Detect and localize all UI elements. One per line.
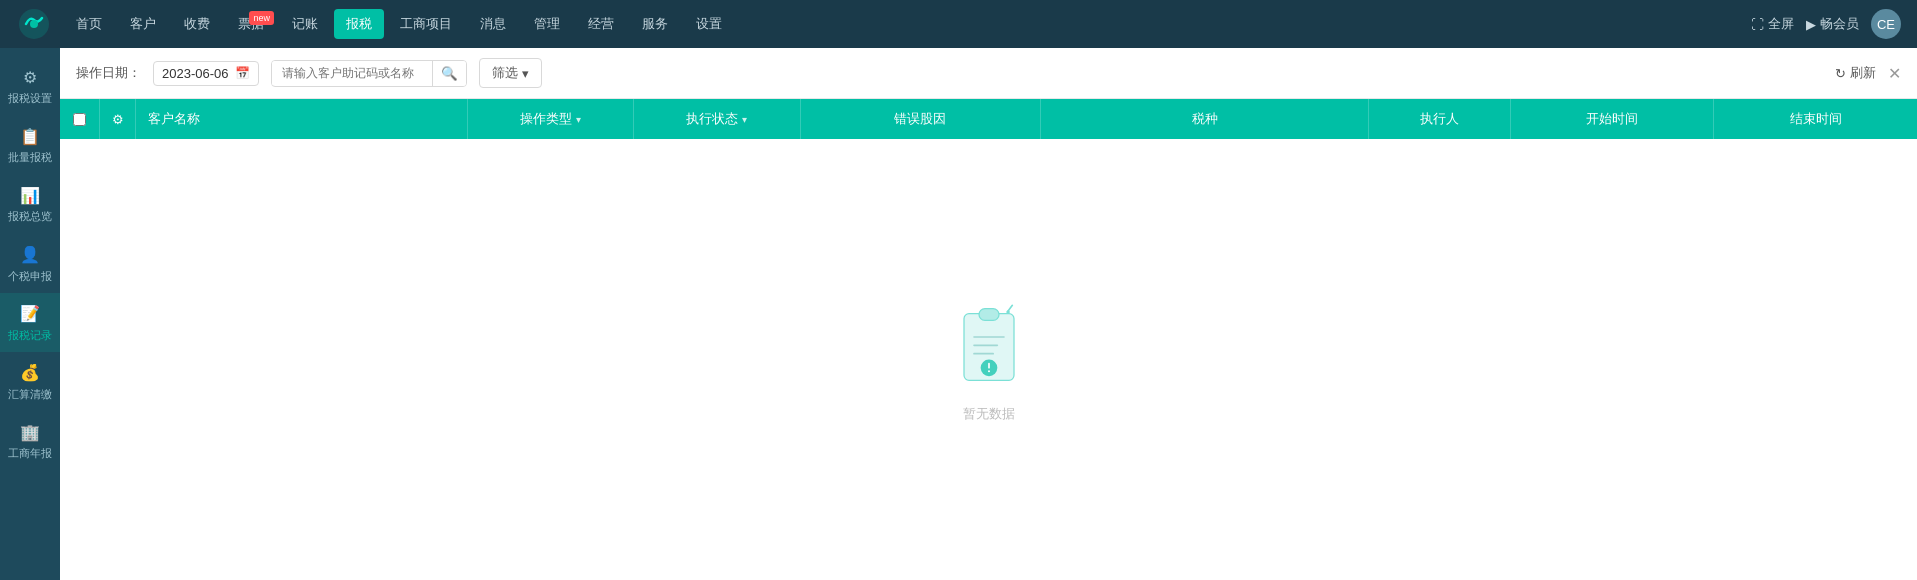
th-error-label: 错误股因 <box>894 110 946 128</box>
sidebar-item-annual-report[interactable]: 🏢 工商年报 <box>0 411 60 470</box>
svg-point-9 <box>988 370 990 372</box>
th-name: 客户名称 <box>136 99 468 139</box>
empty-illustration: 暂无数据 <box>939 297 1039 423</box>
refresh-icon: ↻ <box>1835 66 1846 81</box>
th-end: 结束时间 <box>1714 99 1917 139</box>
date-value: 2023-06-06 <box>162 66 229 81</box>
nav-badge-invoice: new <box>249 11 274 25</box>
refresh-button[interactable]: ↻ 刷新 <box>1835 64 1876 82</box>
sidebar-icon-tax-records: 📝 <box>19 303 41 325</box>
th-gear[interactable]: ⚙ <box>100 99 136 139</box>
search-box: 🔍 <box>271 60 467 87</box>
nav-item-business[interactable]: 工商项目 <box>388 9 464 39</box>
nav-item-service[interactable]: 服务 <box>630 9 680 39</box>
sidebar-label-tax-records: 报税记录 <box>8 329 52 342</box>
sidebar-label-batch-tax: 批量报税 <box>8 151 52 164</box>
member-label: 畅会员 <box>1820 15 1859 33</box>
svg-point-11 <box>1006 310 1009 313</box>
nav-item-tax[interactable]: 报税 <box>334 9 384 39</box>
nav-right: ⛶ 全屏 ▶ 畅会员 CE <box>1751 9 1901 39</box>
content-area: 操作日期： 2023-06-06 📅 🔍 筛选 ▾ ↻ 刷新 ✕ <box>60 48 1917 580</box>
nav-item-charge[interactable]: 收费 <box>172 9 222 39</box>
sort-icon-status: ▾ <box>742 114 747 125</box>
date-label: 操作日期： <box>76 64 141 82</box>
fullscreen-button[interactable]: ⛶ 全屏 <box>1751 15 1794 33</box>
top-nav: 首页客户收费票据new记账报税工商项目消息管理经营服务设置 ⛶ 全屏 ▶ 畅会员… <box>0 0 1917 48</box>
empty-text: 暂无数据 <box>963 405 1015 423</box>
member-icon: ▶ <box>1806 17 1816 32</box>
nav-item-settings[interactable]: 设置 <box>684 9 734 39</box>
th-status[interactable]: 执行状态 ▾ <box>634 99 800 139</box>
th-end-label: 结束时间 <box>1790 110 1842 128</box>
th-name-label: 客户名称 <box>148 110 200 128</box>
select-all-checkbox[interactable] <box>73 113 86 126</box>
sidebar-label-calc-pay: 汇算清缴 <box>8 388 52 401</box>
refresh-label: 刷新 <box>1850 64 1876 82</box>
main-layout: ⚙ 报税设置 📋 批量报税 📊 报税总览 👤 个税申报 📝 报税记录 💰 汇算清… <box>0 48 1917 580</box>
th-error: 错误股因 <box>801 99 1042 139</box>
nav-item-home[interactable]: 首页 <box>64 9 114 39</box>
filter-button[interactable]: 筛选 ▾ <box>479 58 542 88</box>
sidebar-label-tax-summary: 报税总览 <box>8 210 52 223</box>
sidebar-item-tax-records[interactable]: 📝 报税记录 <box>0 293 60 352</box>
sidebar-item-tax-settings[interactable]: ⚙ 报税设置 <box>0 56 60 115</box>
search-icon: 🔍 <box>441 66 458 81</box>
filter-label: 筛选 <box>492 64 518 82</box>
sidebar-label-tax-settings: 报税设置 <box>8 92 52 105</box>
member-button[interactable]: ▶ 畅会员 <box>1806 15 1859 33</box>
chevron-down-icon: ▾ <box>522 66 529 81</box>
fullscreen-icon: ⛶ <box>1751 17 1764 32</box>
sidebar-icon-personal-tax: 👤 <box>19 244 41 266</box>
toolbar-right: ↻ 刷新 ✕ <box>1835 64 1901 83</box>
toolbar: 操作日期： 2023-06-06 📅 🔍 筛选 ▾ ↻ 刷新 ✕ <box>60 48 1917 99</box>
sidebar-label-personal-tax: 个税申报 <box>8 270 52 283</box>
table-header: ⚙ 客户名称 操作类型 ▾ 执行状态 ▾ 错误股因 税种 <box>60 99 1917 139</box>
sidebar: ⚙ 报税设置 📋 批量报税 📊 报税总览 👤 个税申报 📝 报税记录 💰 汇算清… <box>0 48 60 580</box>
th-executor-label: 执行人 <box>1420 110 1459 128</box>
nav-item-message[interactable]: 消息 <box>468 9 518 39</box>
nav-item-invoice[interactable]: 票据new <box>226 9 276 39</box>
sidebar-icon-tax-summary: 📊 <box>19 184 41 206</box>
th-start-label: 开始时间 <box>1586 110 1638 128</box>
search-input[interactable] <box>272 61 432 85</box>
search-button[interactable]: 🔍 <box>432 61 466 86</box>
calendar-icon: 📅 <box>235 66 250 80</box>
sidebar-item-calc-pay[interactable]: 💰 汇算清缴 <box>0 352 60 411</box>
table-body: 暂无数据 <box>60 139 1917 580</box>
th-tax: 税种 <box>1041 99 1369 139</box>
avatar-text: CE <box>1877 17 1895 32</box>
nav-item-operation[interactable]: 经营 <box>576 9 626 39</box>
nav-item-manage[interactable]: 管理 <box>522 9 572 39</box>
empty-svg <box>939 297 1039 397</box>
sidebar-item-batch-tax[interactable]: 📋 批量报税 <box>0 115 60 174</box>
sidebar-label-annual-report: 工商年报 <box>8 447 52 460</box>
nav-item-accounts[interactable]: 记账 <box>280 9 330 39</box>
sidebar-icon-annual-report: 🏢 <box>19 421 41 443</box>
sort-icon-optype: ▾ <box>576 114 581 125</box>
close-button[interactable]: ✕ <box>1888 64 1901 83</box>
nav-items: 首页客户收费票据new记账报税工商项目消息管理经营服务设置 <box>64 9 1751 39</box>
th-checkbox[interactable] <box>60 99 100 139</box>
th-optype[interactable]: 操作类型 ▾ <box>468 99 634 139</box>
th-optype-label: 操作类型 <box>520 110 572 128</box>
sidebar-item-tax-summary[interactable]: 📊 报税总览 <box>0 174 60 233</box>
sidebar-icon-calc-pay: 💰 <box>19 362 41 384</box>
fullscreen-label: 全屏 <box>1768 15 1794 33</box>
th-tax-label: 税种 <box>1192 110 1218 128</box>
gear-icon: ⚙ <box>112 112 124 127</box>
table-container: ⚙ 客户名称 操作类型 ▾ 执行状态 ▾ 错误股因 税种 <box>60 99 1917 580</box>
svg-rect-8 <box>988 362 990 368</box>
logo[interactable] <box>16 6 52 42</box>
th-executor: 执行人 <box>1369 99 1510 139</box>
sidebar-item-personal-tax[interactable]: 👤 个税申报 <box>0 234 60 293</box>
avatar[interactable]: CE <box>1871 9 1901 39</box>
svg-point-1 <box>30 20 38 28</box>
svg-rect-3 <box>979 308 999 320</box>
th-start: 开始时间 <box>1511 99 1715 139</box>
sidebar-icon-tax-settings: ⚙ <box>19 66 41 88</box>
nav-item-client[interactable]: 客户 <box>118 9 168 39</box>
date-picker[interactable]: 2023-06-06 📅 <box>153 61 259 86</box>
th-status-label: 执行状态 <box>686 110 738 128</box>
sidebar-icon-batch-tax: 📋 <box>19 125 41 147</box>
